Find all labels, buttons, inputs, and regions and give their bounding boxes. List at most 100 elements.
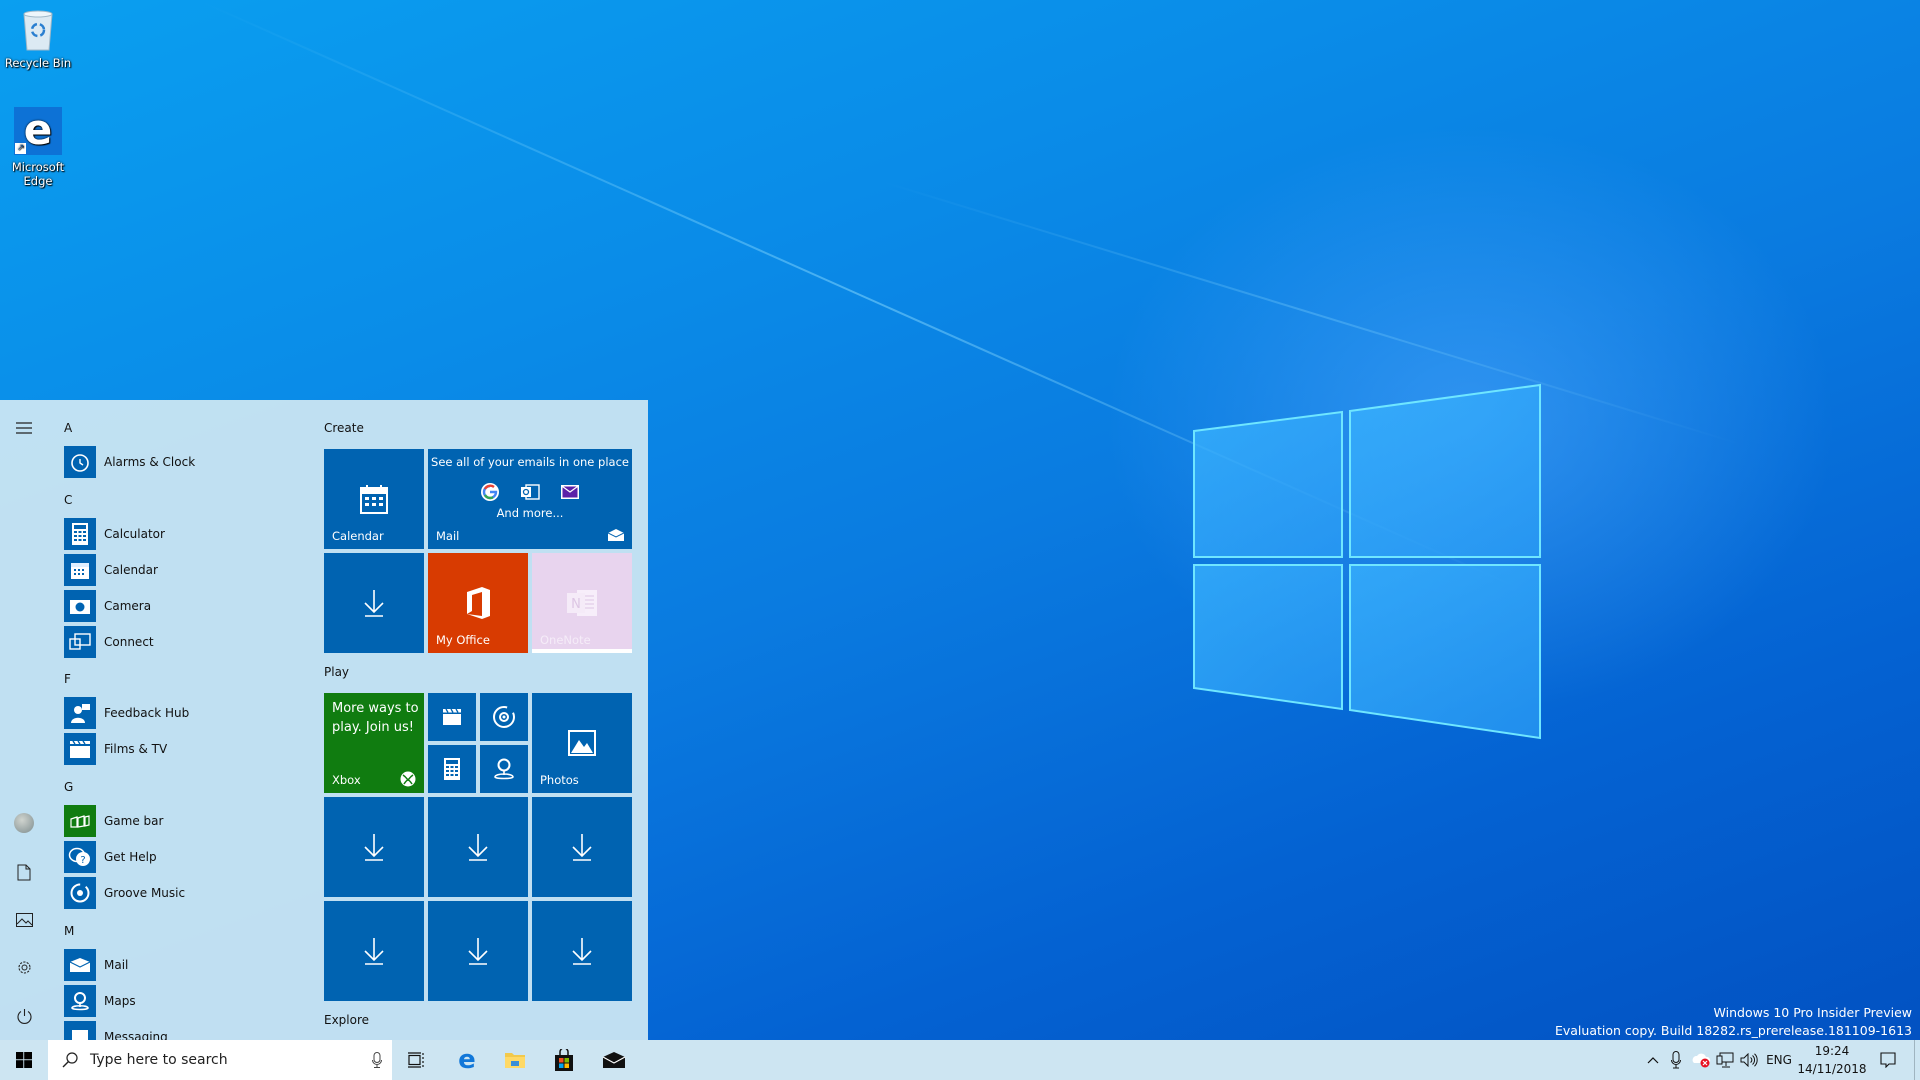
voice-search-button[interactable] — [372, 1052, 382, 1072]
network-icon — [1716, 1052, 1734, 1068]
taskbar: Type here to search e ENG 19:24 14/11/20… — [0, 1040, 1920, 1080]
settings-icon — [17, 960, 31, 974]
xbox-logo-icon — [400, 771, 416, 787]
tile-label: My Office — [436, 633, 490, 647]
logo-pane-bottom-right — [1349, 564, 1541, 740]
tile-my-office[interactable]: My Office — [428, 553, 528, 653]
app-list-item-films-tv[interactable]: Films & TV — [64, 733, 294, 765]
desktop-icon-recycle-bin[interactable]: Recycle Bin — [0, 8, 76, 70]
watermark-line-1: Windows 10 Pro Insider Preview — [1713, 1005, 1912, 1020]
volume-tray-button[interactable] — [1738, 1040, 1760, 1080]
tile-calendar[interactable]: Calendar — [324, 449, 424, 549]
task-view-button[interactable] — [392, 1040, 440, 1080]
app-label: Connect — [104, 635, 154, 649]
tile-group-play[interactable]: Play — [324, 665, 349, 679]
start-button[interactable] — [0, 1040, 48, 1080]
tile-download-placeholder[interactable] — [324, 797, 424, 897]
edge-icon: e ↗ — [14, 107, 62, 155]
tile-download-placeholder[interactable] — [532, 901, 632, 1001]
app-label: Game bar — [104, 814, 164, 828]
photos-icon — [568, 730, 596, 756]
action-center-button[interactable] — [1872, 1040, 1904, 1080]
app-list-item-alarms[interactable]: Alarms & Clock — [64, 446, 294, 478]
taskbar-mail[interactable] — [590, 1040, 638, 1080]
app-list-item-groove-music[interactable]: Groove Music — [64, 877, 294, 909]
app-list-item-calendar[interactable]: Calendar — [64, 554, 294, 586]
desktop-icon-edge[interactable]: e ↗ Microsoft Edge — [0, 107, 76, 189]
app-label: Maps — [104, 994, 136, 1008]
tile-group-explore[interactable]: Explore — [324, 1013, 369, 1027]
network-tray-button[interactable] — [1714, 1040, 1736, 1080]
documents-button[interactable] — [0, 852, 48, 892]
action-center-icon — [1880, 1052, 1896, 1068]
film-clapper-icon — [64, 733, 96, 765]
tile-download-placeholder[interactable] — [428, 797, 528, 897]
tile-download-placeholder[interactable] — [428, 901, 528, 1001]
taskbar-file-explorer[interactable] — [491, 1040, 539, 1080]
app-list-item-connect[interactable]: Connect — [64, 626, 294, 658]
app-list-letter-header[interactable]: A — [64, 421, 72, 435]
power-icon — [16, 1008, 32, 1024]
pictures-button[interactable] — [0, 900, 48, 940]
input-language-button[interactable]: ENG — [1764, 1040, 1794, 1080]
app-label: Feedback Hub — [104, 706, 190, 720]
app-list-letter-header[interactable]: M — [64, 924, 74, 938]
tile-download-placeholder[interactable] — [324, 901, 424, 1001]
tile-label: Calendar — [332, 529, 384, 543]
tile-maps-small[interactable] — [480, 745, 528, 793]
tile-calculator-small[interactable] — [428, 745, 476, 793]
groove-music-icon — [493, 706, 515, 728]
tile-label: Mail — [436, 529, 460, 543]
microphone-tray-button[interactable] — [1666, 1040, 1686, 1080]
search-box[interactable]: Type here to search — [48, 1040, 392, 1080]
tile-label: OneNote — [540, 633, 591, 647]
app-list-item-maps[interactable]: Maps — [64, 985, 294, 1017]
app-list-item-get-help[interactable]: ? Get Help — [64, 841, 294, 873]
user-account-button[interactable] — [0, 803, 48, 843]
show-hidden-icons-button[interactable] — [1643, 1040, 1663, 1080]
app-list-item-camera[interactable]: Camera — [64, 590, 294, 622]
tile-group-create[interactable]: Create — [324, 421, 364, 435]
taskbar-store[interactable] — [540, 1040, 588, 1080]
power-button[interactable] — [0, 996, 48, 1036]
app-label: Alarms & Clock — [104, 455, 196, 469]
edge-icon: e — [458, 1045, 476, 1075]
app-list-item-calculator[interactable]: Calculator — [64, 518, 294, 550]
app-list-letter-header[interactable]: F — [64, 672, 71, 686]
app-list-letter-header[interactable]: G — [64, 780, 73, 794]
app-list-item-mail[interactable]: Mail — [64, 949, 294, 981]
taskbar-edge[interactable]: e — [443, 1040, 491, 1080]
app-list-item-messaging[interactable]: Messaging — [64, 1021, 294, 1040]
tile-groove-music-small[interactable] — [480, 693, 528, 741]
xbox-tile-promo: More ways to play. Join us! — [332, 701, 419, 735]
tile-download-placeholder[interactable] — [532, 797, 632, 897]
tile-onenote[interactable]: N OneNote — [532, 553, 632, 653]
tile-mail[interactable]: See all of your emails in one place And … — [428, 449, 632, 549]
clock-button[interactable]: 19:24 14/11/2018 — [1792, 1042, 1872, 1078]
show-desktop-button[interactable] — [1914, 1040, 1920, 1080]
expand-menu-button[interactable] — [0, 408, 48, 448]
tile-xbox[interactable]: More ways to play. Join us! Xbox — [324, 693, 424, 793]
app-list-item-feedback-hub[interactable]: Feedback Hub — [64, 697, 294, 729]
download-icon — [364, 938, 384, 965]
app-label: Calculator — [104, 527, 165, 541]
app-list-item-game-bar[interactable]: Game bar — [64, 805, 294, 837]
clock-date: 14/11/2018 — [1797, 1062, 1867, 1076]
app-list-letter-header[interactable]: C — [64, 493, 72, 507]
camera-icon — [64, 590, 96, 622]
tile-films-tv-small[interactable] — [428, 693, 476, 741]
office-icon — [467, 587, 490, 619]
start-menu: A Alarms & Clock C Calculator Calendar C… — [0, 400, 648, 1040]
evaluation-watermark: Windows 10 Pro Insider Preview Evaluatio… — [1555, 1004, 1912, 1040]
onedrive-tray-button[interactable] — [1690, 1040, 1714, 1080]
settings-button[interactable] — [0, 947, 48, 987]
clock-time: 19:24 — [1814, 1044, 1850, 1058]
google-icon — [481, 483, 499, 501]
volume-icon — [1740, 1053, 1758, 1067]
windows-start-icon — [16, 1052, 32, 1068]
tile-label: Xbox — [332, 773, 361, 787]
outlook-icon — [521, 484, 540, 500]
app-label: Camera — [104, 599, 152, 613]
tile-download-placeholder[interactable] — [324, 553, 424, 653]
tile-photos[interactable]: Photos — [532, 693, 632, 793]
